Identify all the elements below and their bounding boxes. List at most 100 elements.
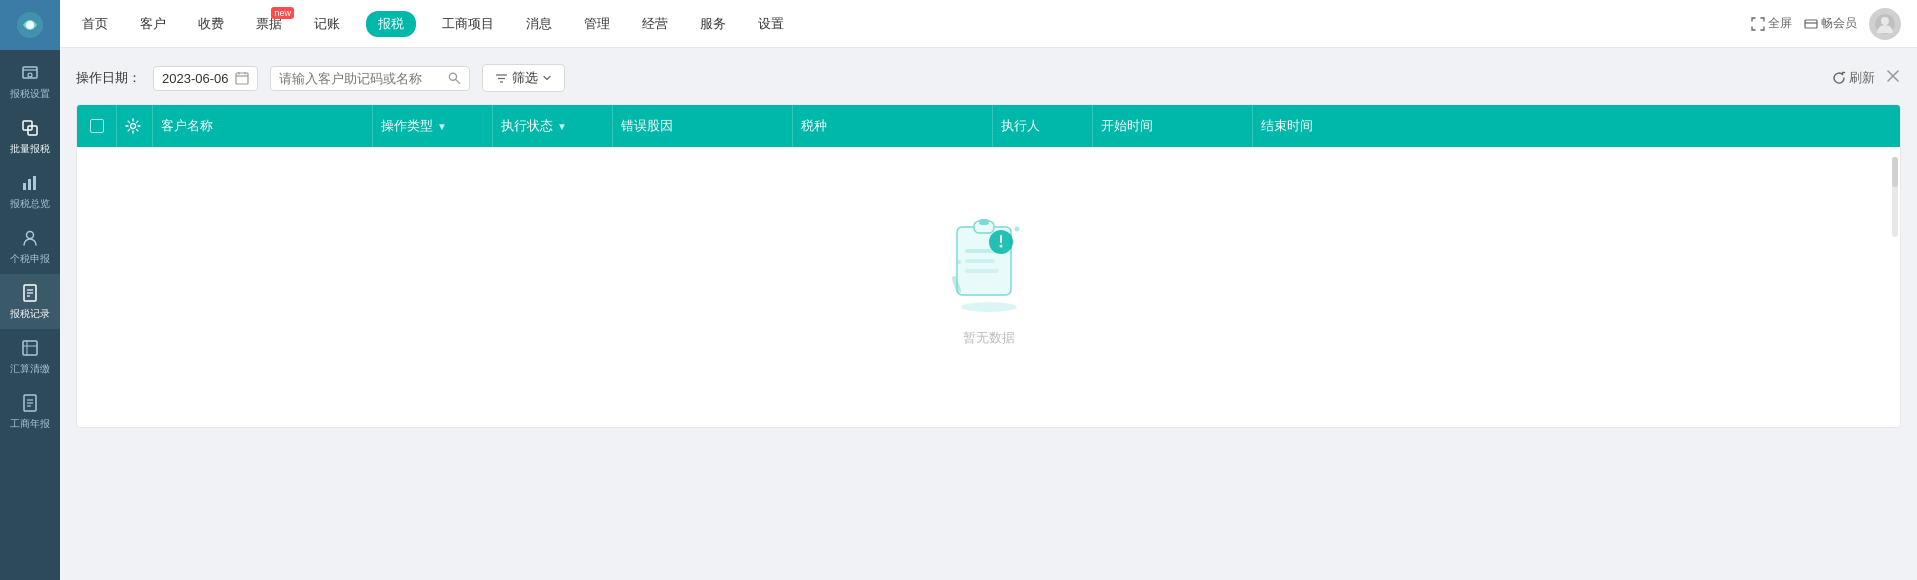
calendar-icon (235, 71, 249, 85)
search-icon (448, 71, 461, 85)
column-settings-icon[interactable] (125, 118, 141, 134)
filter-icon (495, 72, 508, 85)
search-box[interactable] (270, 66, 470, 91)
sidebar-item-baoshui-zongjian[interactable]: 报税总览 (0, 164, 60, 219)
sort-icon-operation-type: ▼ (437, 121, 447, 132)
th-exec-status[interactable]: 执行状态 ▼ (493, 105, 613, 147)
search-input[interactable] (279, 71, 442, 86)
svg-rect-46 (1000, 235, 1002, 243)
sidebar: 报税设置 批量报税 报税总览 个税申报 (0, 0, 60, 580)
new-badge: new (271, 7, 294, 20)
filter-label: 筛选 (512, 69, 538, 87)
content-area: 操作日期： 2023-06-06 (60, 48, 1917, 580)
svg-point-48 (1014, 227, 1019, 232)
date-value: 2023-06-06 (162, 71, 229, 86)
sidebar-item-huisuan-jiaona[interactable]: 汇算清缴 (0, 329, 60, 384)
nav-item-management[interactable]: 管理 (578, 11, 616, 37)
svg-rect-15 (23, 341, 37, 355)
th-operation-type[interactable]: 操作类型 ▼ (373, 105, 493, 147)
refresh-button[interactable]: 刷新 (1832, 69, 1875, 87)
select-all-checkbox[interactable] (90, 119, 104, 133)
table-body: 暂无数据 (77, 147, 1900, 427)
empty-state: 暂无数据 (77, 147, 1900, 387)
overview-icon (19, 172, 41, 194)
nav-item-settings[interactable]: 设置 (752, 11, 790, 37)
th-executor: 执行人 (993, 105, 1093, 147)
svg-rect-7 (23, 183, 26, 190)
sidebar-item-piliang-baoshui[interactable]: 批量报税 (0, 109, 60, 164)
nav-item-customer[interactable]: 客户 (134, 11, 172, 37)
date-label: 操作日期： (76, 69, 141, 87)
svg-point-25 (1881, 17, 1889, 25)
table-header: 客户名称 操作类型 ▼ 执行状态 ▼ 错误股因 税种 (77, 105, 1900, 147)
batch-tax-icon (19, 117, 41, 139)
nav-item-message[interactable]: 消息 (520, 11, 558, 37)
top-navigation: 首页 客户 收费 票据 new 记账 报税 工商项目 消息 管理 经营 服务 设… (60, 0, 1917, 48)
th-settings (117, 105, 153, 147)
page-content: 操作日期： 2023-06-06 (60, 48, 1917, 580)
nav-item-tax[interactable]: 报税 (366, 11, 416, 37)
personal-tax-icon (19, 227, 41, 249)
th-start-time: 开始时间 (1093, 105, 1253, 147)
svg-point-37 (131, 124, 136, 129)
settlement-icon (19, 337, 41, 359)
member-icon (1804, 17, 1818, 31)
nav-item-service[interactable]: 服务 (694, 11, 732, 37)
annual-report-icon (19, 392, 41, 414)
th-error-reason: 错误股因 (613, 105, 793, 147)
svg-rect-22 (1805, 20, 1817, 28)
svg-rect-26 (236, 73, 248, 84)
scrollbar-thumb[interactable] (1892, 157, 1898, 187)
topnav-right: 全屏 畅会员 (1751, 8, 1901, 40)
refresh-icon (1832, 71, 1846, 85)
chevron-down-icon (542, 73, 552, 83)
scrollbar-track[interactable] (1892, 157, 1898, 237)
svg-point-47 (999, 245, 1002, 248)
toolbar: 操作日期： 2023-06-06 (76, 64, 1901, 92)
svg-rect-41 (979, 219, 989, 225)
svg-line-31 (456, 79, 460, 83)
member-button[interactable]: 畅会员 (1804, 15, 1857, 32)
svg-rect-43 (965, 259, 995, 263)
svg-point-4 (28, 73, 32, 77)
nav-menu: 首页 客户 收费 票据 new 记账 报税 工商项目 消息 管理 经营 服务 设… (76, 11, 1751, 37)
th-tax-type: 税种 (793, 105, 993, 147)
nav-item-fee[interactable]: 收费 (192, 11, 230, 37)
nav-item-invoice[interactable]: 票据 new (250, 11, 288, 37)
svg-rect-9 (33, 176, 36, 190)
close-button[interactable] (1885, 68, 1901, 89)
sort-icon-exec-status: ▼ (557, 121, 567, 132)
sidebar-item-gongshang-nianbao[interactable]: 工商年报 (0, 384, 60, 439)
sidebar-item-baoshui-shezhi[interactable]: 报税设置 (0, 54, 60, 109)
fullscreen-icon (1751, 17, 1765, 31)
nav-item-account[interactable]: 记账 (308, 11, 346, 37)
svg-point-49 (957, 260, 961, 264)
main-container: 首页 客户 收费 票据 new 记账 报税 工商项目 消息 管理 经营 服务 设… (60, 0, 1917, 580)
date-picker[interactable]: 2023-06-06 (153, 66, 258, 91)
app-logo[interactable] (0, 0, 60, 50)
nav-item-operation[interactable]: 经营 (636, 11, 674, 37)
svg-rect-44 (965, 269, 999, 273)
fullscreen-button[interactable]: 全屏 (1751, 15, 1792, 32)
th-checkbox[interactable] (77, 105, 117, 147)
empty-illustration (939, 207, 1039, 317)
filter-button[interactable]: 筛选 (482, 64, 565, 92)
records-table: 客户名称 操作类型 ▼ 执行状态 ▼ 错误股因 税种 (76, 104, 1901, 428)
close-icon (1885, 68, 1901, 84)
record-icon (19, 282, 41, 304)
refresh-label: 刷新 (1849, 69, 1875, 87)
svg-point-38 (961, 302, 1017, 312)
svg-point-10 (27, 232, 34, 239)
empty-text: 暂无数据 (963, 329, 1015, 347)
th-end-time: 结束时间 (1253, 105, 1393, 147)
svg-rect-8 (28, 179, 31, 190)
sidebar-item-baoshui-jilu[interactable]: 报税记录 (0, 274, 60, 329)
settings-tax-icon (19, 62, 41, 84)
nav-item-business[interactable]: 工商项目 (436, 11, 500, 37)
user-avatar[interactable] (1869, 8, 1901, 40)
th-customer-name: 客户名称 (153, 105, 373, 147)
svg-point-1 (26, 21, 34, 29)
toolbar-right-actions: 刷新 (1832, 68, 1901, 89)
nav-item-home[interactable]: 首页 (76, 11, 114, 37)
sidebar-item-geshui-shenbao[interactable]: 个税申报 (0, 219, 60, 274)
